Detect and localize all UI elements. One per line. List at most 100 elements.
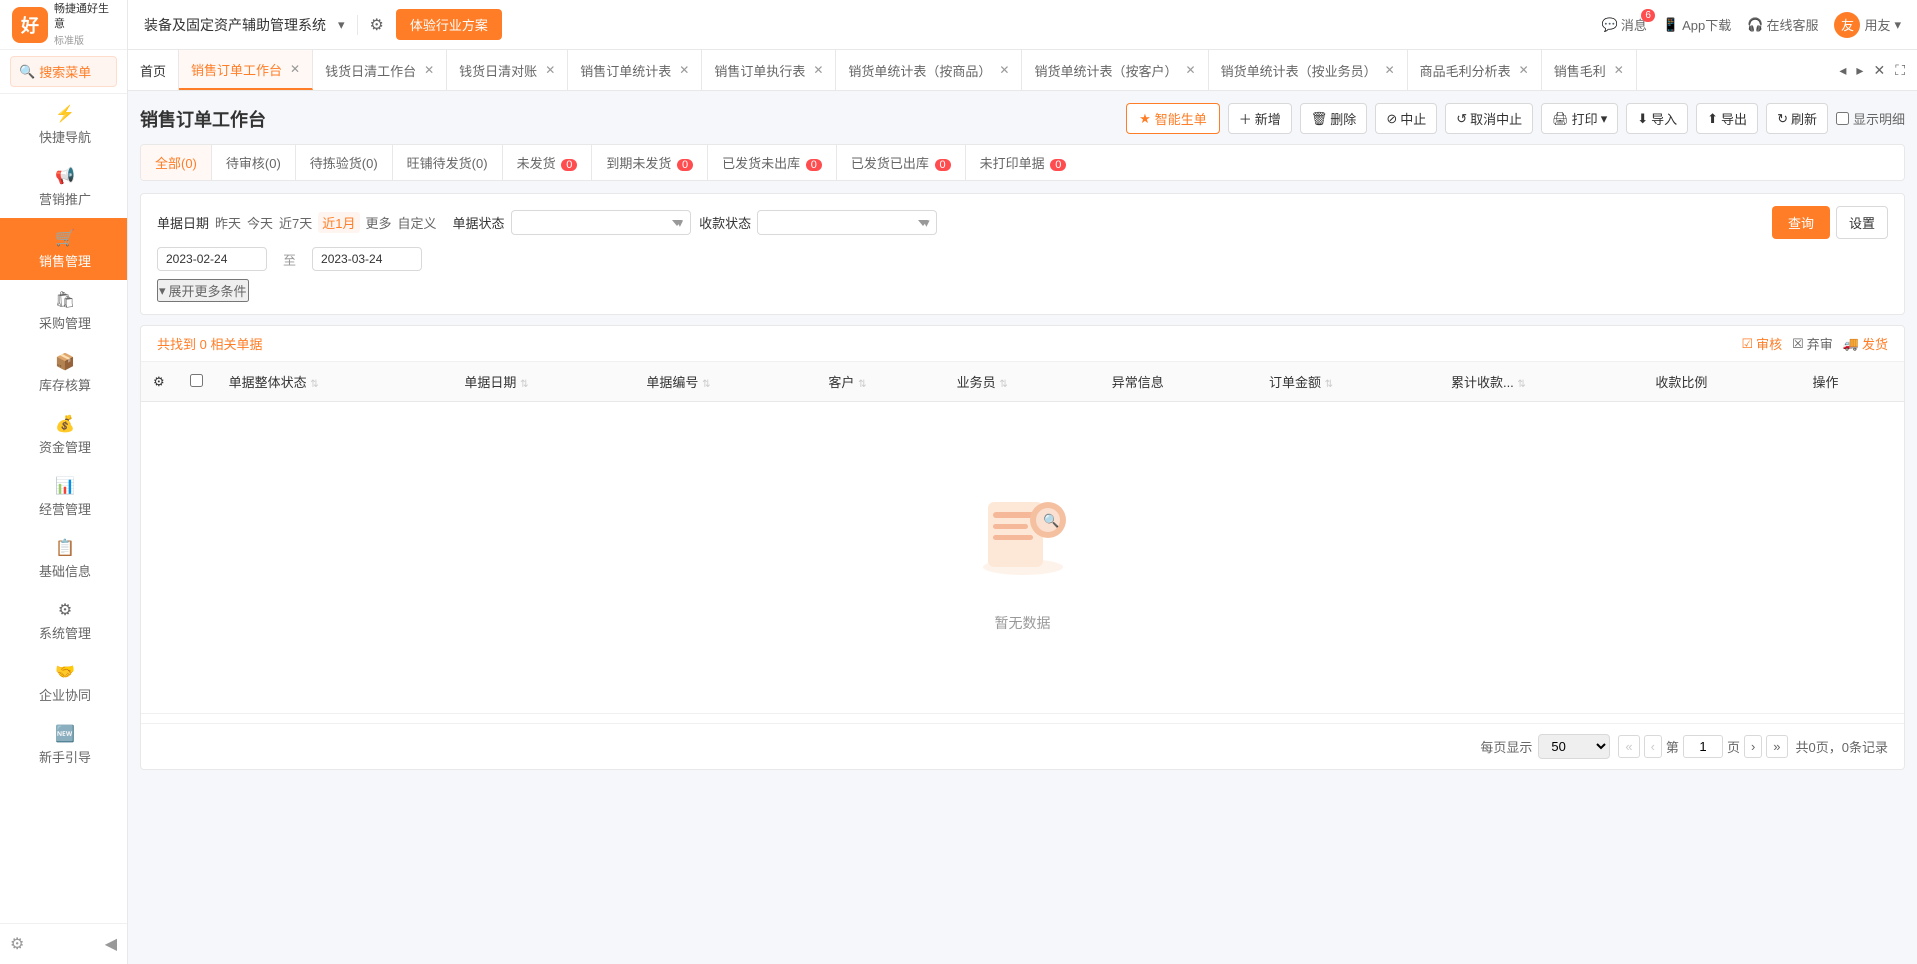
- date-from-input[interactable]: [157, 247, 267, 271]
- summary-staff-close-icon[interactable]: ✕: [1385, 63, 1395, 77]
- sidebar-item-operations[interactable]: 📊 经营管理: [0, 466, 127, 528]
- system-dropdown[interactable]: ▾: [338, 17, 345, 33]
- industry-btn[interactable]: 体验行业方案: [396, 9, 502, 40]
- tab-summary-customer[interactable]: 销货单统计表（按客户） ✕: [1022, 50, 1208, 90]
- sidebar-item-sales[interactable]: 🛒 销售管理: [0, 218, 127, 280]
- smart-create-button[interactable]: ★ 智能生单: [1126, 103, 1220, 134]
- sidebar-item-inventory[interactable]: 📦 库存核算: [0, 342, 127, 404]
- status-select[interactable]: [511, 210, 691, 235]
- shortcut-1month[interactable]: 近1月: [318, 212, 359, 233]
- setting-button[interactable]: 设置: [1836, 206, 1888, 239]
- display-detail-checkbox[interactable]: [1836, 112, 1849, 125]
- subtab-not-shipped[interactable]: 未发货 0: [503, 145, 593, 180]
- sidebar-item-guide[interactable]: 🆕 新手引导: [0, 714, 127, 776]
- summary-product-close-icon[interactable]: ✕: [999, 63, 1009, 77]
- prev-page-button[interactable]: ‹: [1644, 735, 1662, 758]
- display-detail-label[interactable]: 显示明细: [1836, 109, 1905, 128]
- topbar-gear-icon[interactable]: ⚙: [370, 15, 384, 35]
- sales-workbench-close-icon[interactable]: ✕: [290, 62, 300, 76]
- th-amount-sort-icon[interactable]: ⇅: [1325, 379, 1333, 390]
- tab-maximize-icon[interactable]: ⛶: [1891, 58, 1909, 83]
- sidebar-item-quick-nav[interactable]: ⚡ 快捷导航: [0, 94, 127, 156]
- tab-home[interactable]: 首页: [128, 50, 179, 90]
- filter-row-1: 单据日期 昨天 今天 近7天 近1月 更多 自定义 单据状态 ▾: [157, 206, 1888, 239]
- ship-action[interactable]: 🚚 发货: [1843, 334, 1888, 353]
- th-customer-sort-icon[interactable]: ⇅: [858, 379, 866, 390]
- shortcut-custom[interactable]: 自定义: [398, 213, 437, 232]
- settings-icon[interactable]: ⚙: [10, 934, 24, 954]
- tab-summary-product[interactable]: 销货单统计表（按商品） ✕: [836, 50, 1022, 90]
- tab-summary-staff[interactable]: 销货单统计表（按业务员） ✕: [1209, 50, 1408, 90]
- app-download-btn[interactable]: 📱 App下载: [1663, 15, 1731, 34]
- tab-scroll-right-icon[interactable]: ▸: [1852, 58, 1867, 83]
- online-service-btn[interactable]: 🎧 在线客服: [1747, 15, 1818, 34]
- tab-cash-reconcile[interactable]: 钱货日清对账 ✕: [447, 50, 568, 90]
- tab-scroll-left-icon[interactable]: ◂: [1835, 58, 1850, 83]
- import-button[interactable]: ⬇ 导入: [1626, 103, 1688, 134]
- shortcut-7days[interactable]: 近7天: [279, 213, 312, 232]
- sales-more-close-icon[interactable]: ✕: [1614, 63, 1624, 77]
- review-action[interactable]: ☑ 审核: [1741, 334, 1782, 353]
- per-page-select[interactable]: 10 20 50 100: [1538, 734, 1610, 759]
- first-page-button[interactable]: «: [1618, 735, 1639, 758]
- shortcut-more[interactable]: 更多: [366, 213, 392, 232]
- th-number-sort-icon[interactable]: ⇅: [702, 379, 710, 390]
- settings-col-icon[interactable]: ⚙: [153, 374, 165, 389]
- new-button[interactable]: ＋ 新增: [1228, 103, 1292, 134]
- page-input[interactable]: [1683, 735, 1723, 758]
- user-area[interactable]: 友 用友 ▾: [1834, 12, 1901, 38]
- last-page-button[interactable]: »: [1766, 735, 1787, 758]
- query-button[interactable]: 查询: [1772, 206, 1830, 239]
- collapse-icon[interactable]: ◀: [105, 934, 117, 954]
- sidebar-item-purchase[interactable]: 🛍 采购管理: [0, 280, 127, 342]
- sidebar-item-system[interactable]: ⚙ 系统管理: [0, 590, 127, 652]
- cancel-review-action[interactable]: ☒ 弃审: [1792, 334, 1833, 353]
- subtab-not-printed[interactable]: 未打印单据 0: [966, 145, 1081, 180]
- payment-select[interactable]: [757, 210, 937, 235]
- export-button[interactable]: ⬆ 导出: [1696, 103, 1758, 134]
- margin-close-icon[interactable]: ✕: [1519, 63, 1529, 77]
- subtab-wangpu[interactable]: 旺铺待发货(0): [393, 145, 503, 180]
- sidebar-search-area[interactable]: 🔍 搜索菜单: [0, 50, 127, 94]
- date-to-input[interactable]: [312, 247, 422, 271]
- sidebar-item-finance[interactable]: 💰 资金管理: [0, 404, 127, 466]
- sales-exec-close-icon[interactable]: ✕: [813, 63, 823, 77]
- subtab-expired-not-shipped[interactable]: 到期未发货 0: [592, 145, 708, 180]
- refresh-button[interactable]: ↻ 刷新: [1766, 103, 1828, 134]
- expand-button[interactable]: ▾ 展开更多条件: [157, 279, 249, 302]
- tab-sales-exec[interactable]: 销售订单执行表 ✕: [702, 50, 836, 90]
- shortcut-yesterday[interactable]: 昨天: [215, 213, 241, 232]
- subtab-shipped-out[interactable]: 已发货已出库 0: [837, 145, 966, 180]
- message-btn[interactable]: 💬 消息 6: [1602, 15, 1647, 34]
- cash-daily-close-icon[interactable]: ✕: [424, 63, 434, 77]
- sales-stats-close-icon[interactable]: ✕: [679, 63, 689, 77]
- subtab-pending-inspection[interactable]: 待拣验货(0): [296, 145, 393, 180]
- pause-button[interactable]: ⊘ 中止: [1375, 103, 1437, 134]
- subtab-all[interactable]: 全部(0): [141, 145, 212, 180]
- search-menu-button[interactable]: 🔍 搜索菜单: [10, 56, 117, 87]
- tab-cash-daily[interactable]: 钱货日清工作台 ✕: [313, 50, 447, 90]
- horizontal-scrollbar[interactable]: [141, 713, 1904, 723]
- summary-customer-close-icon[interactable]: ✕: [1186, 63, 1196, 77]
- tab-sales-workbench[interactable]: 销售订单工作台 ✕: [179, 50, 313, 90]
- subtab-shipped-not-out[interactable]: 已发货未出库 0: [708, 145, 837, 180]
- tab-close-all-icon[interactable]: ✕: [1869, 58, 1889, 83]
- print-button[interactable]: 🖨 打印 ▾: [1541, 103, 1618, 134]
- tab-sales-stats[interactable]: 销售订单统计表 ✕: [568, 50, 702, 90]
- tab-margin[interactable]: 商品毛利分析表 ✕: [1408, 50, 1542, 90]
- sidebar-item-cooperation[interactable]: 🤝 企业协同: [0, 652, 127, 714]
- cancel-pause-button[interactable]: ↺ 取消中止: [1445, 103, 1533, 134]
- sidebar-item-basic-info[interactable]: 📋 基础信息: [0, 528, 127, 590]
- cash-reconcile-close-icon[interactable]: ✕: [545, 63, 555, 77]
- select-all-checkbox[interactable]: [190, 374, 203, 387]
- sidebar-item-marketing[interactable]: 📢 营销推广: [0, 156, 127, 218]
- shortcut-today[interactable]: 今天: [247, 213, 273, 232]
- th-collected-sort-icon[interactable]: ⇅: [1517, 379, 1525, 390]
- th-staff-sort-icon[interactable]: ⇅: [999, 379, 1007, 390]
- next-page-button[interactable]: ›: [1744, 735, 1762, 758]
- subtab-pending-review[interactable]: 待审核(0): [212, 145, 296, 180]
- th-status-sort-icon[interactable]: ⇅: [310, 379, 318, 390]
- th-date-sort-icon[interactable]: ⇅: [520, 379, 528, 390]
- tab-sales-more[interactable]: 销售毛利 ✕: [1542, 50, 1637, 90]
- delete-button[interactable]: 🗑 删除: [1300, 103, 1368, 134]
